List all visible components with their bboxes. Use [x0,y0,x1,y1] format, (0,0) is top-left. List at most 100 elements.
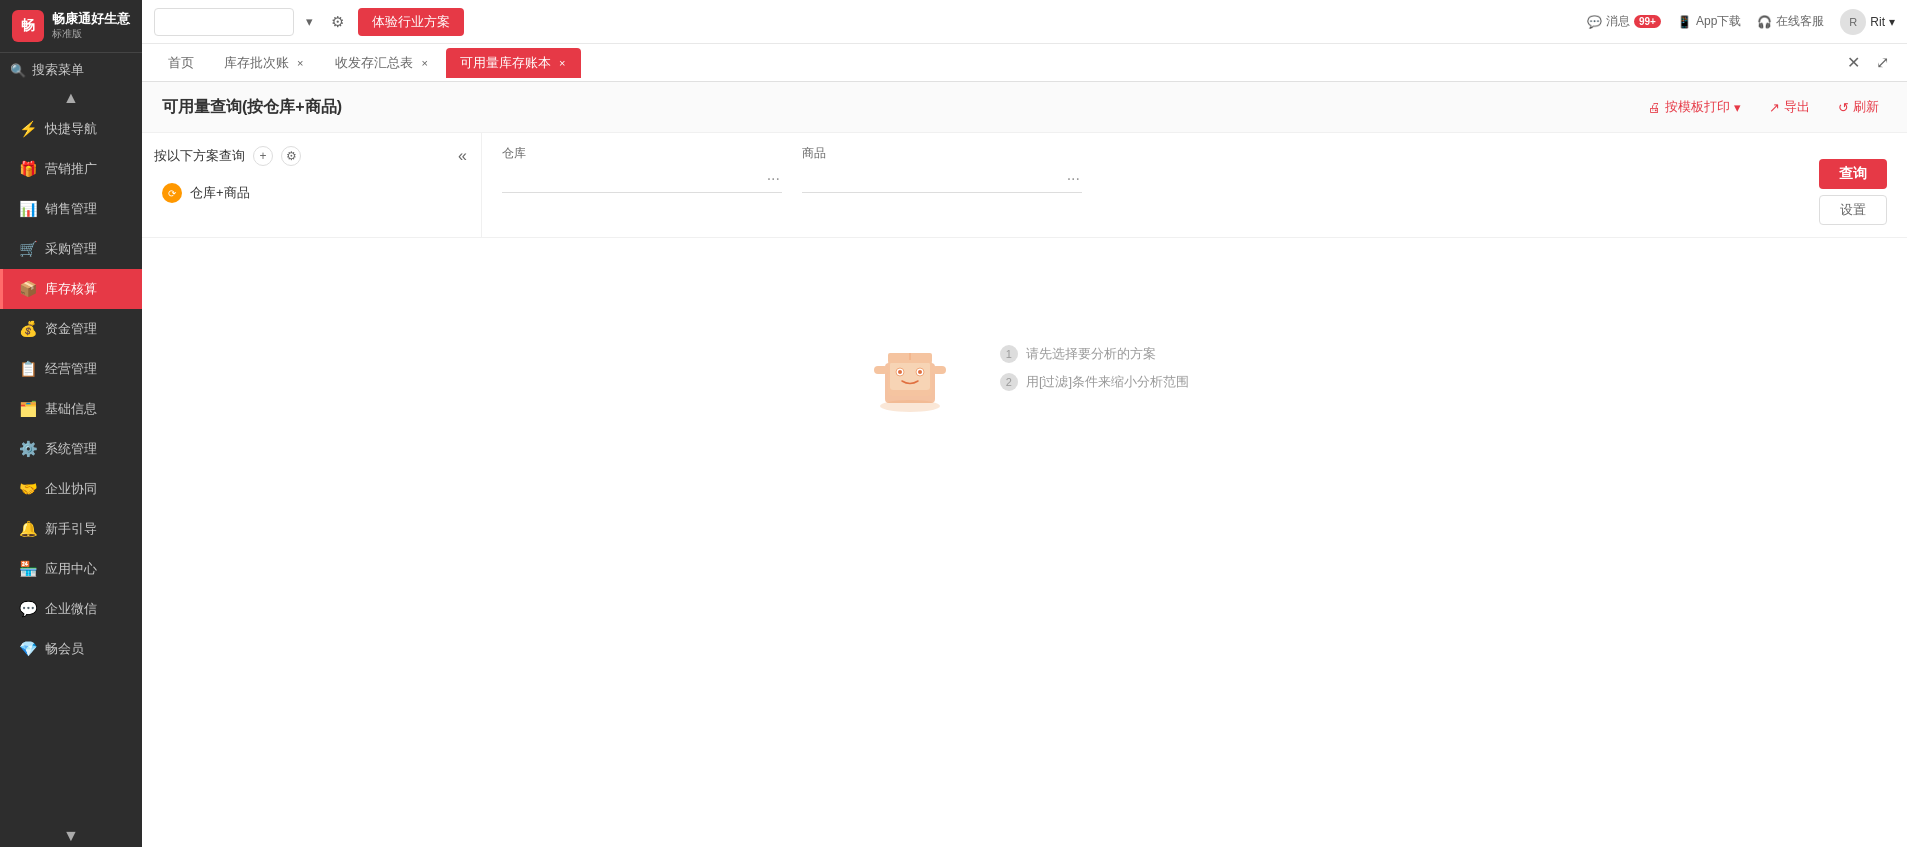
sidebar-item-label: 应用中心 [45,560,97,578]
tab-home[interactable]: 首页 [154,48,208,78]
topbar-gear-btn[interactable]: ⚙ [325,11,350,33]
newbie-icon: 🔔 [19,520,37,538]
sidebar-item-enterprise[interactable]: 🤝 企业协同 [0,469,142,509]
refresh-btn[interactable]: ↺ 刷新 [1830,94,1887,120]
sidebar-item-label: 新手引导 [45,520,97,538]
tip-1-num: 1 [1000,345,1018,363]
sidebar-item-label: 系统管理 [45,440,97,458]
sidebar-item-finance[interactable]: 💰 资金管理 [0,309,142,349]
empty-state: 1 请先选择要分析的方案 2 用[过滤]条件来缩小分析范围 [142,238,1907,498]
enterprise-icon: 🤝 [19,480,37,498]
sidebar-item-inventory[interactable]: 📦 库存核算 [0,269,142,309]
marketing-icon: 🎁 [19,160,37,178]
page-content: 可用量查询(按仓库+商品) 🖨 按模板打印 ▾ ↗ 导出 ↺ 刷新 [142,82,1907,847]
tab-batch-account[interactable]: 库存批次账 × [210,48,319,78]
export-btn[interactable]: ↗ 导出 [1761,94,1818,120]
tab-close-btn[interactable]: ✕ [1841,51,1866,74]
sidebar-item-label: 资金管理 [45,320,97,338]
sidebar-item-marketing[interactable]: 🎁 营销推广 [0,149,142,189]
message-icon: 💬 [1587,15,1602,29]
sidebar-item-label: 经营管理 [45,360,97,378]
messages-badge: 99+ [1634,15,1661,28]
headset-icon: 🎧 [1757,15,1772,29]
tab-batch-account-close[interactable]: × [295,56,305,70]
query-btn[interactable]: 查询 [1819,159,1887,189]
filter-left-header: 按以下方案查询 + ⚙ « [154,145,469,167]
base-icon: 🗂️ [19,400,37,418]
industry-btn[interactable]: 体验行业方案 [358,8,464,36]
tab-expand-btn[interactable]: ⤢ [1870,51,1895,74]
purchase-icon: 🛒 [19,240,37,258]
logo-icon: 畅 [12,10,44,42]
sidebar-search[interactable]: 🔍 搜索菜单 [0,53,142,87]
product-label: 商品 [802,145,1082,162]
collapse-filter-btn[interactable]: « [456,145,469,167]
topbar-right: 💬 消息 99+ 📱 App下载 🎧 在线客服 R Rit ▾ [1587,9,1895,35]
sidebar-item-corp-wechat[interactable]: 💬 企业微信 [0,589,142,629]
inventory-icon: 📦 [19,280,37,298]
print-btn[interactable]: 🖨 按模板打印 ▾ [1640,94,1749,120]
sidebar-item-vip[interactable]: 💎 畅会员 [0,629,142,669]
app-center-icon: 🏪 [19,560,37,578]
avatar: R [1840,9,1866,35]
sidebar-item-label: 企业协同 [45,480,97,498]
settings-btn[interactable]: 设置 [1819,195,1887,225]
sidebar-item-system[interactable]: ⚙️ 系统管理 [0,429,142,469]
scroll-up-btn[interactable]: ▲ [0,87,142,109]
topbar-search-input[interactable] [154,8,294,36]
tab-recv-summary[interactable]: 收发存汇总表 × [321,48,443,78]
sidebar-item-operations[interactable]: 📋 经营管理 [0,349,142,389]
topbar-app-download[interactable]: 📱 App下载 [1677,13,1741,30]
finance-icon: 💰 [19,320,37,338]
tab-home-label: 首页 [168,54,194,72]
svg-point-6 [898,370,902,374]
product-input[interactable] [802,172,1061,187]
scheme-label: 仓库+商品 [190,184,250,202]
sidebar-item-sales[interactable]: 📊 销售管理 [0,189,142,229]
topbar-dropdown-btn[interactable]: ▾ [302,12,317,31]
tab-available-ledger[interactable]: 可用量库存账本 × [446,48,581,78]
topbar-user[interactable]: R Rit ▾ [1840,9,1895,35]
tab-recv-summary-label: 收发存汇总表 [335,54,413,72]
tip-2-text: 用[过滤]条件来缩小分析范围 [1026,373,1189,391]
sidebar-item-base[interactable]: 🗂️ 基础信息 [0,389,142,429]
config-scheme-btn[interactable]: ⚙ [281,146,301,166]
sidebar-item-label: 营销推广 [45,160,97,178]
sidebar-item-quick-nav[interactable]: ⚡ 快捷导航 [0,109,142,149]
sidebar-item-newbie[interactable]: 🔔 新手引导 [0,509,142,549]
filter-area: 按以下方案查询 + ⚙ « ⟳ 仓库+商品 [142,133,1907,238]
tip-1-text: 请先选择要分析的方案 [1026,345,1156,363]
vip-icon: 💎 [19,640,37,658]
export-icon: ↗ [1769,100,1780,115]
svg-rect-11 [932,366,946,374]
sidebar-nav: ⚡ 快捷导航 🎁 营销推广 📊 销售管理 🛒 采购管理 📦 库存核算 💰 资金管… [0,109,142,825]
product-more-btn[interactable]: ··· [1065,170,1082,188]
scroll-down-btn[interactable]: ▼ [0,825,142,847]
refresh-icon: ↺ [1838,100,1849,115]
tabs-bar: 首页 库存批次账 × 收发存汇总表 × 可用量库存账本 × ✕ ⤢ [142,44,1907,82]
scheme-icon: ⟳ [162,183,182,203]
topbar: ▾ ⚙ 体验行业方案 💬 消息 99+ 📱 App下载 🎧 在线客服 R Rit [142,0,1907,44]
add-scheme-btn[interactable]: + [253,146,273,166]
scheme-item-warehouse-product[interactable]: ⟳ 仓库+商品 [154,177,469,209]
empty-illustration [860,318,960,418]
warehouse-input-area: ··· [502,166,782,193]
warehouse-more-btn[interactable]: ··· [765,170,782,188]
tab-recv-summary-close[interactable]: × [419,56,429,70]
sidebar-item-app-center[interactable]: 🏪 应用中心 [0,549,142,589]
sidebar-item-label: 快捷导航 [45,120,97,138]
service-label: 在线客服 [1776,13,1824,30]
warehouse-label: 仓库 [502,145,782,162]
topbar-messages[interactable]: 💬 消息 99+ [1587,13,1661,30]
warehouse-input[interactable] [502,172,761,187]
filter-field-product: 商品 ··· [802,145,1082,193]
sidebar-item-label: 基础信息 [45,400,97,418]
main-area: ▾ ⚙ 体验行业方案 💬 消息 99+ 📱 App下载 🎧 在线客服 R Rit [142,0,1907,847]
topbar-service[interactable]: 🎧 在线客服 [1757,13,1824,30]
tip-2-num: 2 [1000,373,1018,391]
quick-nav-icon: ⚡ [19,120,37,138]
content-area: 可用量查询(按仓库+商品) 🖨 按模板打印 ▾ ↗ 导出 ↺ 刷新 [142,82,1907,847]
sidebar-item-purchase[interactable]: 🛒 采购管理 [0,229,142,269]
tab-available-ledger-close[interactable]: × [557,56,567,70]
app-download-label: App下载 [1696,13,1741,30]
